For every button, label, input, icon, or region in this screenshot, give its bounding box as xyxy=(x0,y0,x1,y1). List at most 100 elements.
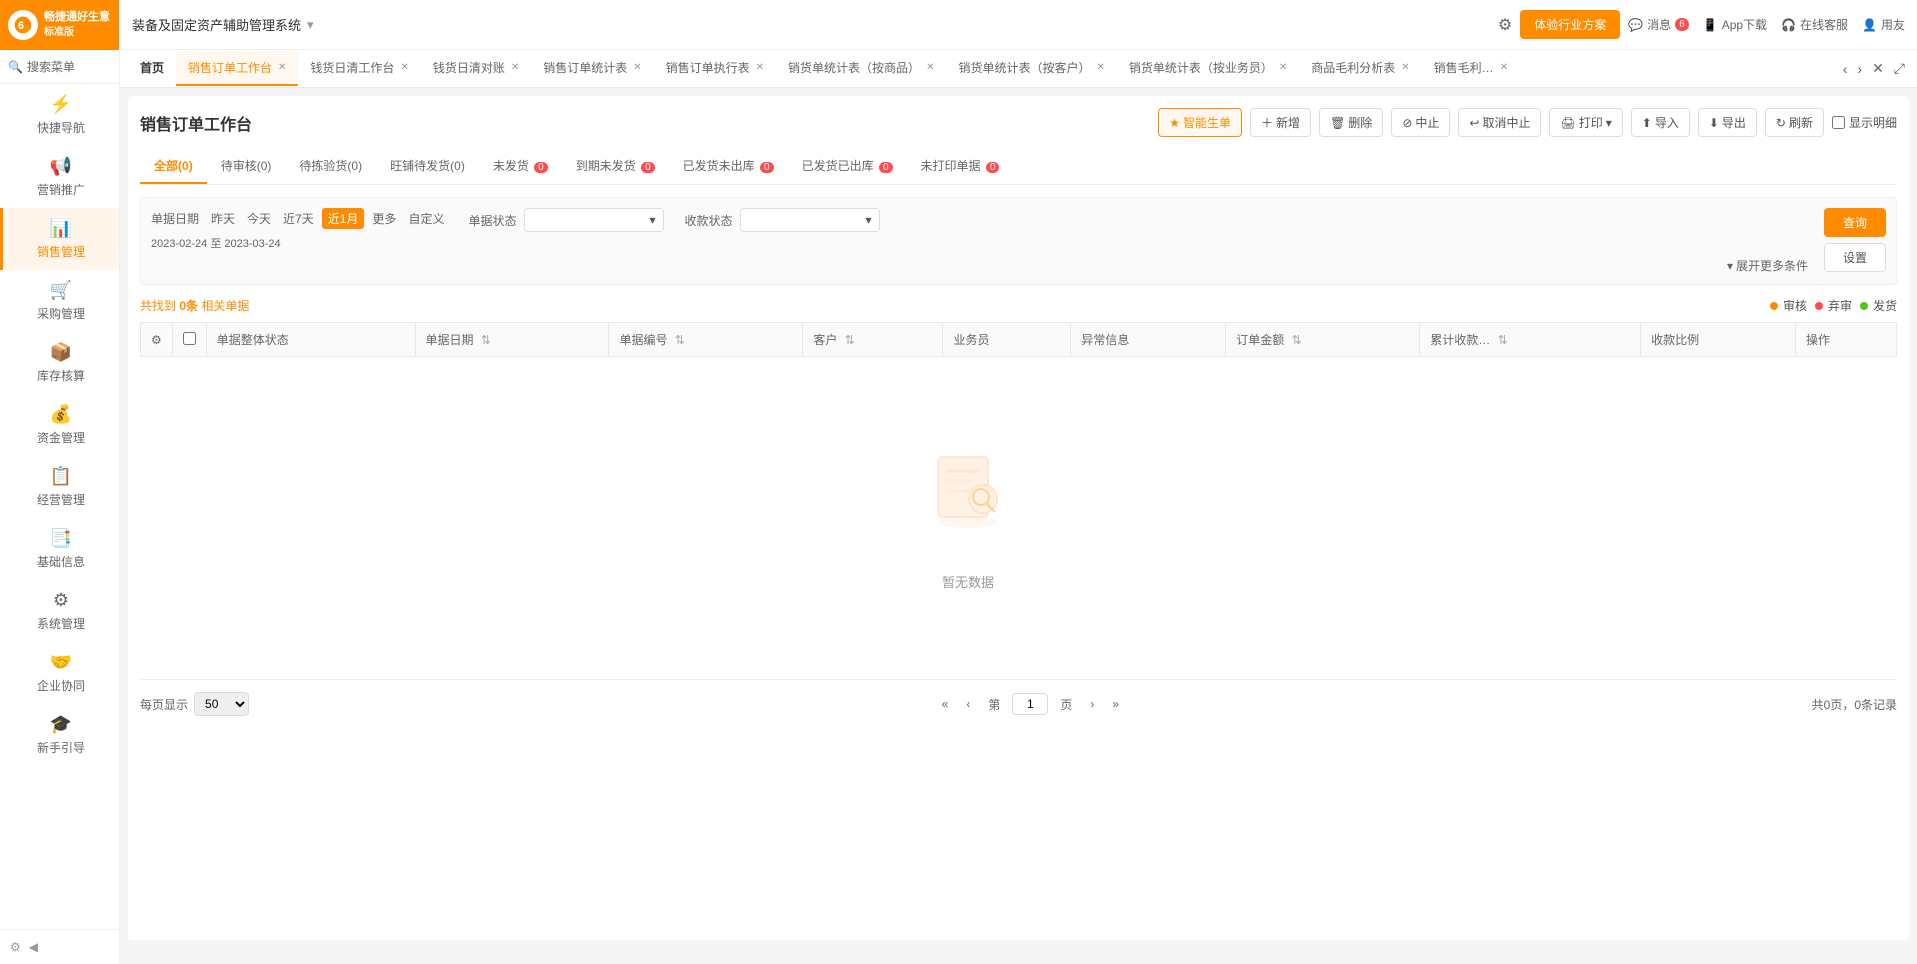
tabs-prev-icon[interactable]: ‹ xyxy=(1839,59,1852,79)
cancel-stop-button[interactable]: ↩ 取消中止 xyxy=(1458,108,1541,137)
tab-sales-by-product[interactable]: 销货单统计表（按商品） ✕ xyxy=(776,51,946,86)
refresh-button[interactable]: ↻ 刷新 xyxy=(1765,108,1824,137)
sub-tab-expired[interactable]: 到期未发货 0 xyxy=(562,149,669,184)
first-page-icon[interactable]: « xyxy=(936,695,955,713)
sidebar-item-purchase[interactable]: 🛒 采购管理 xyxy=(0,270,119,332)
app-download-item[interactable]: 📱 App下载 xyxy=(1703,16,1767,33)
topbar-gear-icon[interactable]: ⚙ xyxy=(1498,15,1512,35)
tabs-next-icon[interactable]: › xyxy=(1853,59,1866,79)
sidebar-item-basic[interactable]: 📑 基础信息 xyxy=(0,518,119,580)
select-all-checkbox[interactable] xyxy=(183,332,196,345)
sub-tab-all[interactable]: 全部(0) xyxy=(140,149,207,184)
payment-select[interactable]: ▾ xyxy=(740,208,880,232)
tab-close-sales-by-staff[interactable]: ✕ xyxy=(1279,62,1287,73)
sidebar-item-inventory[interactable]: 📦 库存核算 xyxy=(0,332,119,394)
sub-tab-pending-check[interactable]: 待拣验货(0) xyxy=(285,149,376,184)
sidebar-item-enterprise[interactable]: 🤝 企业协同 xyxy=(0,642,119,704)
tab-product-margin[interactable]: 商品毛利分析表 ✕ xyxy=(1299,51,1421,86)
smart-create-button[interactable]: ★ 智能生单 xyxy=(1158,108,1242,137)
message-item[interactable]: 💬 消息 6 xyxy=(1628,16,1689,33)
sidebar-item-sales[interactable]: 📊 销售管理 xyxy=(0,208,119,270)
expand-icon: ▾ xyxy=(1727,259,1733,273)
tab-close-product-margin[interactable]: ✕ xyxy=(1401,62,1409,73)
tab-sales-workbench[interactable]: 销售订单工作台 ✕ xyxy=(176,51,298,86)
tab-close-sales-more[interactable]: ✕ xyxy=(1500,62,1508,73)
ship-action-button[interactable]: 发货 xyxy=(1860,297,1897,314)
tabs-close-all-icon[interactable]: ✕ xyxy=(1868,58,1888,79)
tab-close-cash-daily[interactable]: ✕ xyxy=(400,62,408,73)
page-number-input[interactable] xyxy=(1012,693,1048,715)
sidebar-item-finance[interactable]: 💰 资金管理 xyxy=(0,394,119,456)
th-number[interactable]: 单据编号 ⇅ xyxy=(609,323,803,357)
date-opt-1month[interactable]: 近1月 xyxy=(322,208,365,229)
th-amount[interactable]: 订单金额 ⇅ xyxy=(1226,323,1420,357)
user-icon: 👤 xyxy=(1862,18,1877,32)
import-button[interactable]: ⬆ 导入 xyxy=(1631,108,1690,137)
show-detail-checkbox[interactable] xyxy=(1832,116,1845,129)
user-item[interactable]: 👤 用友 xyxy=(1862,16,1905,33)
tabs-maximize-icon[interactable]: ⤢ xyxy=(1890,58,1909,79)
tab-close-sales-stats[interactable]: ✕ xyxy=(633,62,641,73)
tab-close-sales-by-product[interactable]: ✕ xyxy=(926,62,934,73)
date-opt-custom[interactable]: 自定义 xyxy=(404,208,448,229)
tab-close-cash-reconcile[interactable]: ✕ xyxy=(511,62,519,73)
sub-tab-shipped-not-in[interactable]: 已发货未出库 0 xyxy=(669,149,788,184)
export-button[interactable]: ⬇ 导出 xyxy=(1698,108,1757,137)
sub-tab-not-shipped[interactable]: 未发货 0 xyxy=(479,149,562,184)
tab-close-sales-workbench[interactable]: ✕ xyxy=(278,62,286,73)
sub-tab-wangpu[interactable]: 旺铺待发货(0) xyxy=(376,149,479,184)
prev-page-icon[interactable]: ‹ xyxy=(960,695,976,713)
sidebar-bottom[interactable]: ⚙ ◀ xyxy=(0,929,119,964)
tab-sales-exec[interactable]: 销售订单执行表 ✕ xyxy=(654,51,776,86)
online-service-item[interactable]: 🎧 在线客服 xyxy=(1781,16,1848,33)
topbar-right: 💬 消息 6 📱 App下载 🎧 在线客服 👤 用友 xyxy=(1628,16,1905,33)
tab-cash-daily[interactable]: 钱货日清工作台 ✕ xyxy=(298,51,420,86)
th-staff[interactable]: 业务员 xyxy=(943,323,1071,357)
tab-sales-by-customer[interactable]: 销货单统计表（按客户） ✕ xyxy=(946,51,1116,86)
sidebar-item-marketing[interactable]: 📢 营销推广 xyxy=(0,146,119,208)
show-detail-checkbox-label[interactable]: 显示明细 xyxy=(1832,114,1897,131)
industry-solution-button[interactable]: 体验行业方案 xyxy=(1520,10,1620,39)
sidebar-item-operations[interactable]: 📋 经营管理 xyxy=(0,456,119,518)
shipped-not-in-badge: 0 xyxy=(760,162,774,173)
sidebar-search[interactable]: 🔍 搜索菜单 xyxy=(0,50,119,84)
th-collected[interactable]: 累计收款… ⇅ xyxy=(1420,323,1641,357)
print-button[interactable]: 🖨 打印 ▾ xyxy=(1549,108,1622,137)
date-opt-today[interactable]: 今天 xyxy=(243,208,275,229)
last-page-icon[interactable]: » xyxy=(1106,695,1125,713)
th-customer[interactable]: 客户 ⇅ xyxy=(803,323,943,357)
status-select[interactable]: ▾ xyxy=(524,208,664,232)
th-date[interactable]: 单据日期 ⇅ xyxy=(415,323,609,357)
add-button[interactable]: ＋ 新增 xyxy=(1250,108,1311,137)
query-button[interactable]: 查询 xyxy=(1824,208,1886,237)
table-empty-row: 暂无数据 xyxy=(141,357,1897,672)
page-size-select[interactable]: 50 20 100 xyxy=(194,692,249,716)
date-opt-7days[interactable]: 近7天 xyxy=(279,208,318,229)
sub-tab-shipped-out[interactable]: 已发货已出库 0 xyxy=(788,149,907,184)
sidebar-item-newbie[interactable]: 🎓 新手引导 xyxy=(0,704,119,766)
stop-button[interactable]: ⊘ 中止 xyxy=(1391,108,1450,137)
sub-tab-not-printed[interactable]: 未打印单据 0 xyxy=(907,149,1014,184)
date-opt-yesterday[interactable]: 昨天 xyxy=(207,208,239,229)
tab-close-sales-by-customer[interactable]: ✕ xyxy=(1096,62,1104,73)
delete-button[interactable]: 🗑 删除 xyxy=(1319,108,1383,137)
amount-sort-icon: ⇅ xyxy=(1292,333,1302,347)
tab-sales-by-staff[interactable]: 销货单统计表（按业务员） ✕ xyxy=(1117,51,1299,86)
expand-conditions-button[interactable]: ▾ 展开更多条件 xyxy=(1727,257,1808,274)
th-checkbox[interactable] xyxy=(172,323,206,357)
sub-tab-pending-audit[interactable]: 待审核(0) xyxy=(207,149,286,184)
status-select-arrow: ▾ xyxy=(649,213,655,227)
cancel-audit-action-button[interactable]: 弃审 xyxy=(1815,297,1852,314)
tab-sales-stats[interactable]: 销售订单统计表 ✕ xyxy=(531,51,653,86)
tab-home[interactable]: 首页 xyxy=(128,51,176,86)
audit-action-button[interactable]: 审核 xyxy=(1770,297,1807,314)
tab-sales-more[interactable]: 销售毛利… ✕ xyxy=(1422,51,1520,86)
th-settings[interactable]: ⚙ xyxy=(141,323,173,357)
next-page-icon[interactable]: › xyxy=(1084,695,1100,713)
date-opt-more[interactable]: 更多 xyxy=(368,208,400,229)
tab-cash-reconcile[interactable]: 钱货日清对账 ✕ xyxy=(421,51,531,86)
filter-setting-button[interactable]: 设置 xyxy=(1824,243,1886,272)
sidebar-item-quicknav[interactable]: ⚡ 快捷导航 xyxy=(0,84,119,146)
tab-close-sales-exec[interactable]: ✕ xyxy=(756,62,764,73)
sidebar-item-system[interactable]: ⚙ 系统管理 xyxy=(0,580,119,642)
